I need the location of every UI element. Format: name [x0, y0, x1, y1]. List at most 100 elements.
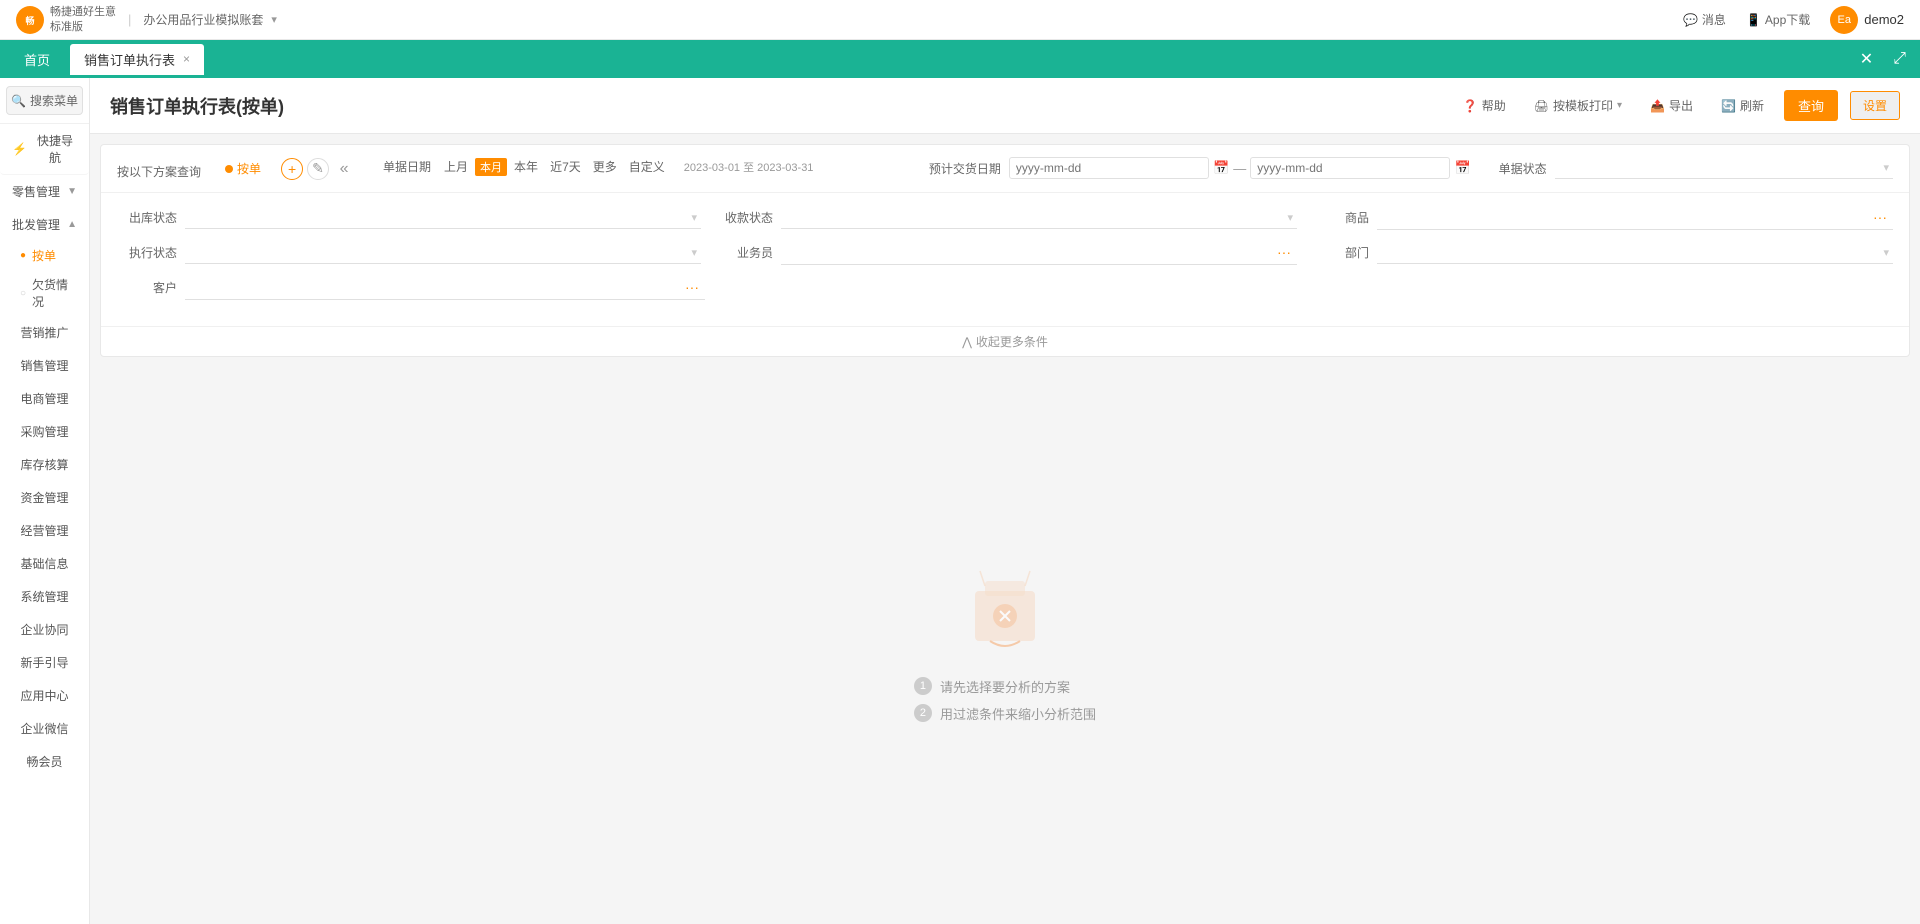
dept-select[interactable]: ▾ [1377, 242, 1893, 264]
exec-status-select[interactable]: ▾ [185, 242, 701, 264]
estimated-date-end[interactable] [1250, 157, 1450, 179]
print-button[interactable]: 🖨 按模板打印 ▾ [1526, 93, 1630, 118]
sidebar-item-newbie[interactable]: 新手引导 [0, 646, 89, 679]
sidebar-item-member[interactable]: 畅会员 [0, 745, 89, 778]
download-icon: 📱 [1746, 13, 1761, 27]
message-button[interactable]: 💬 消息 [1683, 11, 1726, 28]
tab-bar-right: ✕ ⤢ [1854, 47, 1912, 71]
product-more-icon[interactable]: ··· [1871, 209, 1889, 225]
sidebar-item-wechat[interactable]: 企业微信 [0, 712, 89, 745]
quick-nav-icon: ⚡ [12, 142, 27, 156]
date-option-this-month[interactable]: 本月 [475, 158, 507, 176]
sidebar-item-quick-nav[interactable]: ⚡ 快捷导航 [0, 124, 89, 175]
date-range-text: 2023-03-01 至 2023-03-31 [684, 159, 814, 175]
inventory-label: 库存核算 [20, 456, 68, 473]
sidebar-item-marketing[interactable]: 营销推广 [0, 316, 89, 349]
sidebar-item-system[interactable]: 系统管理 [0, 580, 89, 613]
delivery-status-label: 出库状态 [117, 209, 177, 226]
estimated-date-field: 预计交货日期 📅 — 📅 [929, 157, 1471, 179]
sidebar-sub-item-order[interactable]: ● 按单 [0, 241, 89, 270]
tab-sales-order-label: 销售订单执行表 [84, 50, 175, 69]
sidebar-item-operations[interactable]: 经营管理 [0, 514, 89, 547]
sidebar-item-ecommerce[interactable]: 电商管理 [0, 382, 89, 415]
exec-status-arrow: ▾ [691, 246, 697, 259]
customer-field: 客户 ··· [117, 275, 705, 300]
estimated-date-start[interactable] [1009, 157, 1209, 179]
page-actions: ❓ 帮助 🖨 按模板打印 ▾ 📤 导出 🔄 刷新 查询 设置 [1455, 90, 1900, 121]
status-select[interactable]: ▾ [1555, 157, 1893, 179]
tab-home[interactable]: 首页 [8, 44, 66, 75]
refresh-icon: 🔄 [1721, 99, 1736, 113]
print-icon: 🖨 [1534, 99, 1549, 113]
scheme-edit-button[interactable]: ✎ [307, 158, 329, 180]
sidebar-search-area: 🔍 搜索菜单 [0, 78, 89, 124]
salesperson-input[interactable] [785, 245, 1275, 259]
sidebar-item-sales[interactable]: 销售管理 [0, 349, 89, 382]
sidebar-item-appstore[interactable]: 应用中心 [0, 679, 89, 712]
filter-row-1: 出库状态 ▾ 收款状态 ▾ [117, 205, 1893, 230]
scheme-collapse-button[interactable]: « [333, 158, 355, 180]
search-menu-button[interactable]: 🔍 搜索菜单 [6, 86, 83, 115]
sidebar-item-purchase[interactable]: 采购管理 [0, 415, 89, 448]
help-icon: ❓ [1463, 99, 1478, 113]
product-input[interactable] [1381, 210, 1871, 224]
scheme-add-btns: + ✎ « [281, 158, 355, 180]
breadcrumb-arrow[interactable]: ▾ [271, 13, 277, 26]
date-option-more[interactable]: 更多 [588, 157, 622, 176]
salesperson-label: 业务员 [713, 244, 773, 261]
search-icon: 🔍 [11, 94, 26, 108]
sidebar-item-retail[interactable]: 零售管理 ▼ [0, 175, 89, 208]
sidebar-item-finance[interactable]: 资金管理 [0, 481, 89, 514]
empty-illustration [955, 561, 1055, 661]
window-expand-btn[interactable]: ⤢ [1887, 48, 1912, 70]
date-option-last-month[interactable]: 上月 [439, 157, 473, 176]
print-label: 按模板打印 [1553, 97, 1613, 114]
date-option-custom[interactable]: 自定义 [624, 157, 670, 176]
help-button[interactable]: ❓ 帮助 [1455, 93, 1514, 118]
sidebar-item-basic[interactable]: 基础信息 [0, 547, 89, 580]
wholesale-arrow: ▲ [67, 219, 77, 230]
sidebar-sub-item-debt[interactable]: ○ 欠货情况 [0, 270, 89, 316]
calendar-start-icon[interactable]: 📅 [1213, 160, 1229, 176]
app-download-button[interactable]: 📱 App下载 [1746, 11, 1810, 28]
collapse-button[interactable]: ⋀ 收起更多条件 [962, 333, 1048, 350]
user-info[interactable]: Ea demo2 [1830, 6, 1904, 34]
delivery-status-select[interactable]: ▾ [185, 207, 701, 229]
scheme-item-order[interactable]: 按单 [217, 157, 269, 180]
customer-more-icon[interactable]: ··· [683, 279, 701, 295]
scheme-add-button[interactable]: + [281, 158, 303, 180]
filter-row-3: 客户 ··· [117, 275, 1893, 300]
customer-input[interactable] [189, 280, 683, 294]
member-label: 畅会员 [26, 753, 62, 770]
purchase-label: 采购管理 [20, 423, 68, 440]
hint-num-2: 2 [914, 704, 932, 722]
help-label: 帮助 [1482, 97, 1506, 114]
ecommerce-label: 电商管理 [20, 390, 68, 407]
top-header: 畅 畅捷通好生意 标准版 | 办公用品行业模拟账套 ▾ 💬 消息 📱 App下载… [0, 0, 1920, 40]
sidebar-item-inventory[interactable]: 库存核算 [0, 448, 89, 481]
estimated-date-range: 📅 — 📅 [1009, 157, 1471, 179]
user-name: demo2 [1864, 12, 1904, 27]
export-button[interactable]: 📤 导出 [1642, 93, 1701, 118]
payment-status-select[interactable]: ▾ [781, 207, 1297, 229]
dept-arrow: ▾ [1883, 246, 1889, 259]
settings-button[interactable]: 设置 [1850, 91, 1900, 120]
sidebar-item-wholesale[interactable]: 批发管理 ▲ [0, 208, 89, 241]
query-button[interactable]: 查询 [1784, 90, 1838, 121]
refresh-button[interactable]: 🔄 刷新 [1713, 93, 1772, 118]
calendar-end-icon[interactable]: 📅 [1454, 160, 1470, 176]
filter-header: 按以下方案查询 按单 + ✎ « 单据日期 上月 [101, 145, 1909, 193]
salesperson-field: 业务员 ··· [713, 240, 1297, 265]
wechat-label: 企业微信 [20, 720, 68, 737]
date-option-this-year[interactable]: 本年 [509, 157, 543, 176]
window-close-btn[interactable]: ✕ [1854, 47, 1879, 71]
main-layout: 🔍 搜索菜单 ⚡ 快捷导航 零售管理 ▼ 批发管理 ▲ ● 按单 ○ 欠货情况 [0, 78, 1920, 924]
tab-close-icon[interactable]: × [183, 52, 190, 66]
salesperson-more-icon[interactable]: ··· [1275, 244, 1293, 260]
appstore-label: 应用中心 [20, 687, 68, 704]
empty-hint-2: 2 用过滤条件来缩小分析范围 [914, 704, 1096, 723]
sidebar-item-enterprise[interactable]: 企业协同 [0, 613, 89, 646]
tab-sales-order[interactable]: 销售订单执行表 × [70, 44, 204, 75]
scheme-list: 按单 + ✎ « [217, 157, 355, 180]
date-option-7days[interactable]: 近7天 [545, 157, 586, 176]
